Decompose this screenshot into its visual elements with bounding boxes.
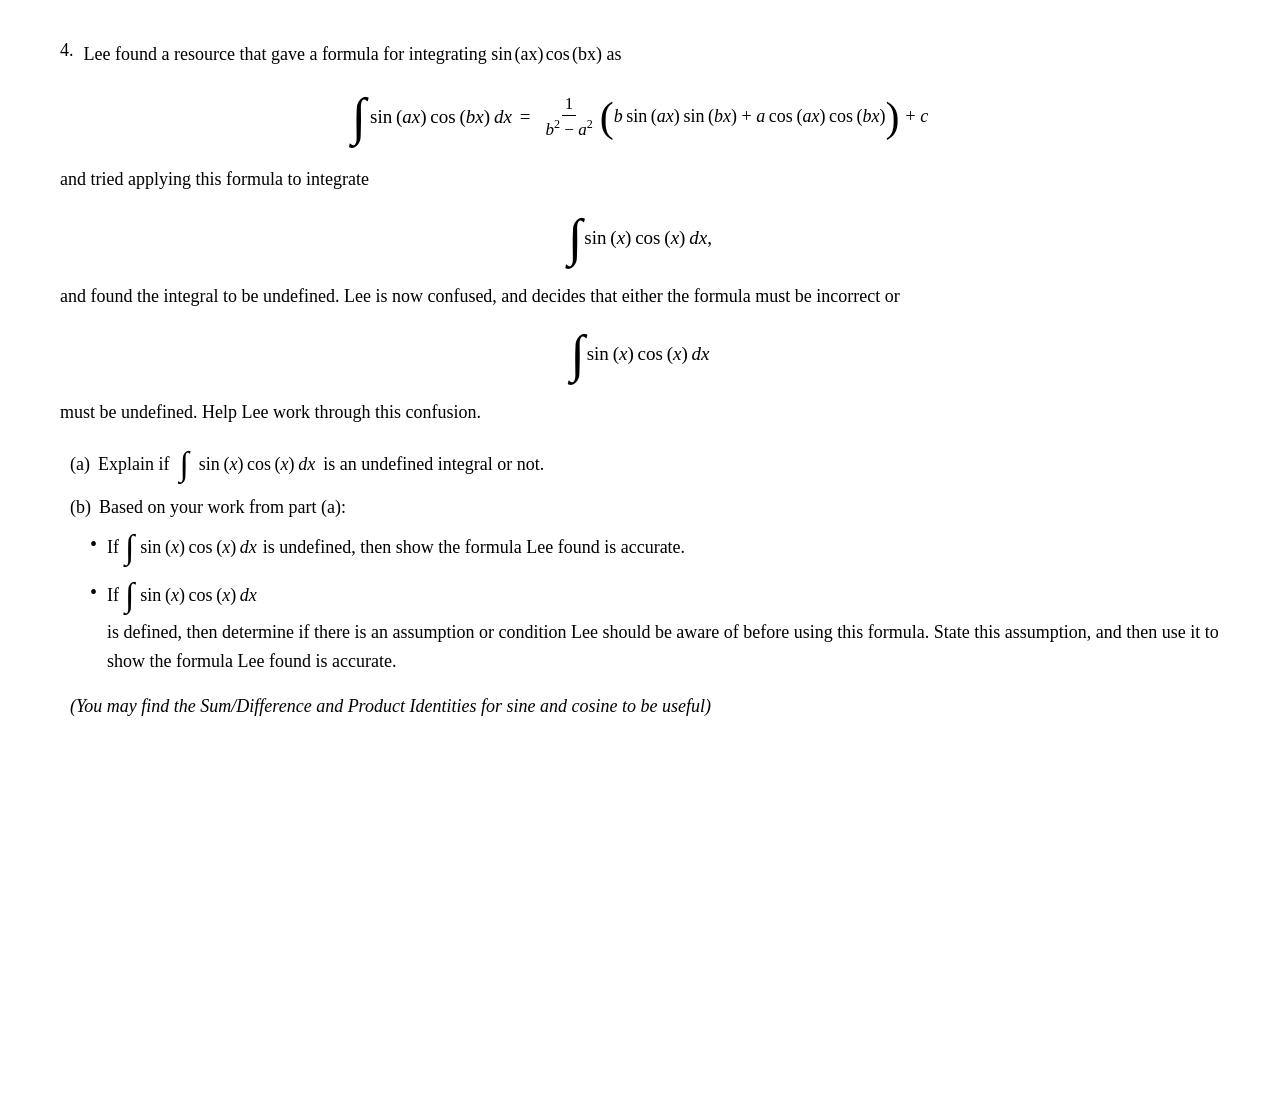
problem-header: 4. Lee found a resource that gave a form… (60, 40, 1220, 69)
big-paren-right: ) (886, 96, 900, 138)
bullet-2-integrand: sin (x) cos (x) dx (140, 581, 256, 610)
part-b-container: (b) Based on your work from part (a): • … (70, 497, 1220, 676)
big-paren-left: ( (600, 96, 614, 138)
bullet-2: • If ∫ sin (x) cos (x) dx is defined, th… (90, 578, 1220, 676)
integral-symbol-2: ∫ (568, 212, 582, 264)
found-undefined-text: and found the integral to be undefined. … (60, 282, 1220, 311)
sincos-expr: sin (x) cos (x) dx, (584, 227, 712, 249)
formula-integrand: sin (ax) cos (bx) dx (370, 106, 512, 128)
bullet-dot-1: • (90, 530, 97, 558)
bullet-dot-2: • (90, 578, 97, 606)
problem-intro: Lee found a resource that gave a formula… (84, 40, 622, 69)
part-a-container: (a) Explain if ∫ sin (x) cos (x) dx is a… (70, 447, 1220, 481)
part-a-rest: is an undefined integral or not. (323, 450, 544, 479)
part-a-label: (a) (70, 450, 90, 479)
formula-rhs: b sin (ax) sin (bx) + a cos (ax) cos (bx… (614, 106, 886, 127)
integral-symbol-3: ∫ (570, 328, 584, 380)
part-a-integrand: sin (x) cos (x) dx (199, 450, 315, 479)
part-a-explain: Explain if (98, 450, 169, 479)
part-b-label: (b) (70, 497, 91, 518)
equals-sign: = (520, 106, 531, 128)
integral-symbol-b1: ∫ (125, 530, 134, 564)
bullet-2-if: If (107, 581, 119, 610)
and-tried-text: and tried applying this formula to integ… (60, 165, 1220, 194)
bullet-1-if: If (107, 533, 119, 562)
bullet-1-content: If ∫ sin (x) cos (x) dx is undefined, th… (107, 530, 1220, 564)
integral-symbol-main: ∫ (352, 91, 366, 143)
must-be-text: must be undefined. Help Lee work through… (60, 398, 1220, 427)
main-formula: ∫ sin (ax) cos (bx) dx = 1 b2 − a2 ( b s… (60, 91, 1220, 143)
integral-sincos-formula: ∫ sin (x) cos (x) dx, (60, 212, 1220, 264)
sincos-expr-2: sin (x) cos (x) dx (587, 343, 710, 365)
problem-number: 4. (60, 40, 74, 61)
bullet-1-integrand: sin (x) cos (x) dx (140, 533, 256, 562)
italic-note: (You may find the Sum/Difference and Pro… (70, 692, 1220, 721)
part-b-text: Based on your work from part (a): (99, 497, 346, 518)
bullet-2-rest: is defined, then determine if there is a… (107, 618, 1220, 676)
integral-symbol-part-a: ∫ (179, 447, 188, 481)
part-b-header: (b) Based on your work from part (a): (70, 497, 1220, 518)
integral-sincos-formula-2: ∫ sin (x) cos (x) dx (60, 328, 1220, 380)
fraction-1-over-b2-a2: 1 b2 − a2 (543, 94, 596, 140)
bullet-2-content: If ∫ sin (x) cos (x) dx is defined, then… (107, 578, 1220, 676)
integral-symbol-b2: ∫ (125, 578, 134, 612)
problem-container: 4. Lee found a resource that gave a form… (60, 40, 1220, 721)
bullet-1: • If ∫ sin (x) cos (x) dx is undefined, … (90, 530, 1220, 564)
plus-c: + c (906, 106, 929, 127)
bullet-1-rest: is undefined, then show the formula Lee … (263, 533, 685, 562)
